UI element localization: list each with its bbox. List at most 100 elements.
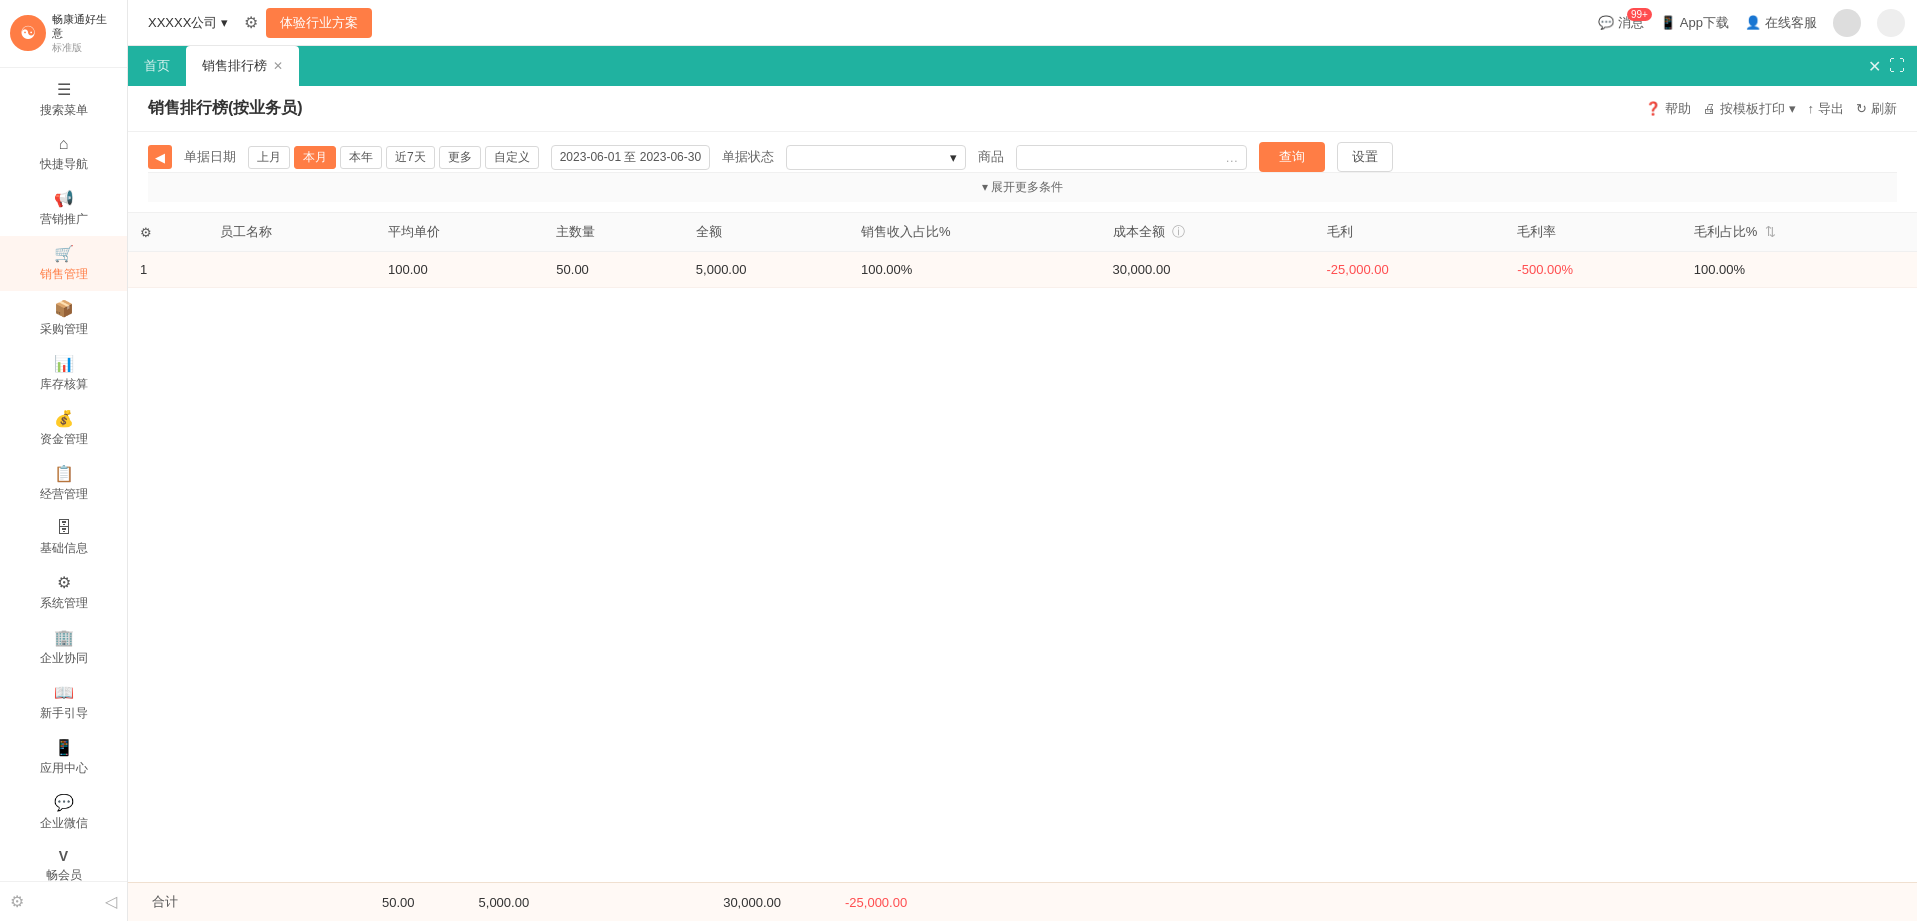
sidebar-item-sales[interactable]: 🛒 销售管理 [0, 236, 127, 291]
table-footer: 合计 50.00 5,000.00 30,000.00 -25,000.00 [128, 882, 1917, 921]
setting-button[interactable]: 设置 [1337, 142, 1393, 172]
inventory-icon: 📊 [54, 354, 74, 373]
sidebar-item-members[interactable]: V 畅会员 [0, 840, 127, 881]
sidebar-item-label: 搜索菜单 [40, 102, 88, 119]
filter-row: ◀ 单据日期 上月 本月 本年 近7天 更多 自定义 2023-06-01 至 … [148, 142, 1897, 172]
tab-maximize-icon[interactable]: ⛶ [1889, 57, 1905, 75]
cell-cost: 30,000.00 [1101, 252, 1315, 288]
sidebar-item-enterprise[interactable]: 🏢 企业协同 [0, 620, 127, 675]
col-quantity: 主数量 [544, 213, 684, 252]
topbar-right: 💬 消息 99+ 📱 App下载 👤 在线客服 [1598, 9, 1905, 37]
filter-collapse-button[interactable]: ◀ [148, 145, 172, 169]
tab-home-label: 首页 [144, 57, 170, 75]
sidebar-item-label: 应用中心 [40, 760, 88, 777]
service-icon: 👤 [1745, 15, 1761, 30]
sidebar-item-search[interactable]: ☰ 搜索菜单 [0, 72, 127, 127]
export-button[interactable]: ↑ 导出 [1808, 100, 1845, 118]
filter-bar: ◀ 单据日期 上月 本月 本年 近7天 更多 自定义 2023-06-01 至 … [128, 132, 1917, 213]
help-button[interactable]: ❓ 帮助 [1645, 100, 1691, 118]
user-avatar[interactable] [1833, 9, 1861, 37]
try-industry-button[interactable]: 体验行业方案 [266, 8, 372, 38]
marketing-icon: 📢 [54, 189, 74, 208]
date-btn-more[interactable]: 更多 [439, 146, 481, 169]
col-profit: 毛利 [1315, 213, 1506, 252]
status-select[interactable]: ▾ [786, 145, 966, 170]
online-service-item[interactable]: 👤 在线客服 [1745, 14, 1817, 32]
sidebar-item-inventory[interactable]: 📊 库存核算 [0, 346, 127, 401]
sidebar-item-finance[interactable]: 💰 资金管理 [0, 401, 127, 456]
refresh-button[interactable]: ↻ 刷新 [1856, 100, 1897, 118]
print-icon: 🖨 [1703, 101, 1716, 116]
export-icon: ↑ [1808, 101, 1815, 116]
col-settings-icon[interactable]: ⚙ [140, 225, 152, 240]
tab-actions: ✕ ⛶ [1856, 57, 1917, 76]
sidebar-item-label: 营销推广 [40, 211, 88, 228]
tab-home[interactable]: 首页 [128, 46, 186, 86]
sidebar-item-shortcuts[interactable]: ⌂ 快捷导航 [0, 127, 127, 181]
date-btn-custom[interactable]: 自定义 [485, 146, 539, 169]
cell-employee [208, 252, 376, 288]
sidebar-item-wechat[interactable]: 💬 企业微信 [0, 785, 127, 840]
help-icon: ❓ [1645, 101, 1661, 116]
message-item[interactable]: 💬 消息 99+ [1598, 14, 1644, 32]
profit-pct-sort-icon[interactable]: ⇅ [1765, 224, 1776, 239]
sidebar-collapse-icon[interactable]: ◁ [105, 892, 117, 911]
tabbar: 首页 销售排行榜 ✕ ✕ ⛶ [128, 46, 1917, 86]
date-btn-thisyear[interactable]: 本年 [340, 146, 382, 169]
date-btn-thismonth[interactable]: 本月 [294, 146, 336, 169]
cell-rank: 1 [128, 252, 208, 288]
sidebar: ☯ 畅康通好生意 标准版 ☰ 搜索菜单 ⌂ 快捷导航 📢 营销推广 🛒 销售管理… [0, 0, 128, 921]
sidebar-item-marketing[interactable]: 📢 营销推广 [0, 181, 127, 236]
goods-input-wrapper: … [1016, 145, 1247, 170]
footer-label: 合计 [140, 893, 190, 911]
date-btn-lastmonth[interactable]: 上月 [248, 146, 290, 169]
tab-sales-ranking-label: 销售排行榜 [202, 57, 267, 75]
online-service-label: 在线客服 [1765, 14, 1817, 32]
sidebar-settings-icon[interactable]: ⚙ [10, 892, 24, 911]
tab-minimize-icon[interactable]: ✕ [1868, 57, 1881, 76]
goods-more-icon[interactable]: … [1217, 150, 1246, 165]
sidebar-item-guide[interactable]: 📖 新手引导 [0, 675, 127, 730]
sidebar-item-label: 经营管理 [40, 486, 88, 503]
query-button[interactable]: 查询 [1259, 142, 1325, 172]
tab-close-icon[interactable]: ✕ [273, 59, 283, 73]
app-download-item[interactable]: 📱 App下载 [1660, 14, 1729, 32]
col-sales-pct: 销售收入占比% [849, 213, 1100, 252]
date-buttons: 上月 本月 本年 近7天 更多 自定义 [248, 146, 539, 169]
sidebar-item-system[interactable]: ⚙ 系统管理 [0, 565, 127, 620]
sidebar-item-purchase[interactable]: 📦 采购管理 [0, 291, 127, 346]
col-profit-pct: 毛利占比% ⇅ [1682, 213, 1917, 252]
sidebar-item-label: 采购管理 [40, 321, 88, 338]
guide-icon: 📖 [54, 683, 74, 702]
print-button[interactable]: 🖨 按模板打印 ▾ [1703, 100, 1796, 118]
tab-sales-ranking[interactable]: 销售排行榜 ✕ [186, 46, 299, 86]
col-employee: 员工名称 [208, 213, 376, 252]
date-range-input[interactable]: 2023-06-01 至 2023-06-30 [551, 145, 710, 170]
cost-info-icon[interactable]: ⓘ [1172, 224, 1185, 239]
table-row: 1 100.00 50.00 5,000.00 100.00% 30,000.0… [128, 252, 1917, 288]
page-header: 销售排行榜(按业务员) ❓ 帮助 🖨 按模板打印 ▾ ↑ 导出 ↻ 刷新 [128, 86, 1917, 132]
footer-quantity: 50.00 [370, 895, 427, 910]
main-area: XXXXX公司 ▾ ⚙ 体验行业方案 💬 消息 99+ 📱 App下载 👤 在线… [128, 0, 1917, 921]
sidebar-item-label: 企业微信 [40, 815, 88, 832]
sidebar-item-operations[interactable]: 📋 经营管理 [0, 456, 127, 511]
sidebar-item-label: 新手引导 [40, 705, 88, 722]
topbar-settings-icon[interactable]: ⚙ [244, 13, 258, 32]
wechat-icon: 💬 [54, 793, 74, 812]
sidebar-item-appcenter[interactable]: 📱 应用中心 [0, 730, 127, 785]
sidebar-item-label: 快捷导航 [40, 156, 88, 173]
message-icon: 💬 [1598, 15, 1614, 30]
sidebar-nav: ☰ 搜索菜单 ⌂ 快捷导航 📢 营销推广 🛒 销售管理 📦 采购管理 📊 库存核… [0, 68, 127, 881]
goods-input[interactable] [1017, 146, 1217, 169]
footer-profit: -25,000.00 [833, 895, 919, 910]
expand-conditions-row[interactable]: ▾ 展开更多条件 [148, 172, 1897, 202]
system-icon: ⚙ [57, 573, 71, 592]
user-avatar2[interactable] [1877, 9, 1905, 37]
finance-icon: 💰 [54, 409, 74, 428]
message-badge: 99+ [1627, 8, 1652, 21]
date-btn-7days[interactable]: 近7天 [386, 146, 435, 169]
company-selector[interactable]: XXXXX公司 ▾ [140, 10, 236, 36]
sidebar-item-basicinfo[interactable]: 🗄 基础信息 [0, 511, 127, 565]
sidebar-item-label: 系统管理 [40, 595, 88, 612]
sidebar-bottom: ⚙ ◁ [0, 881, 127, 921]
